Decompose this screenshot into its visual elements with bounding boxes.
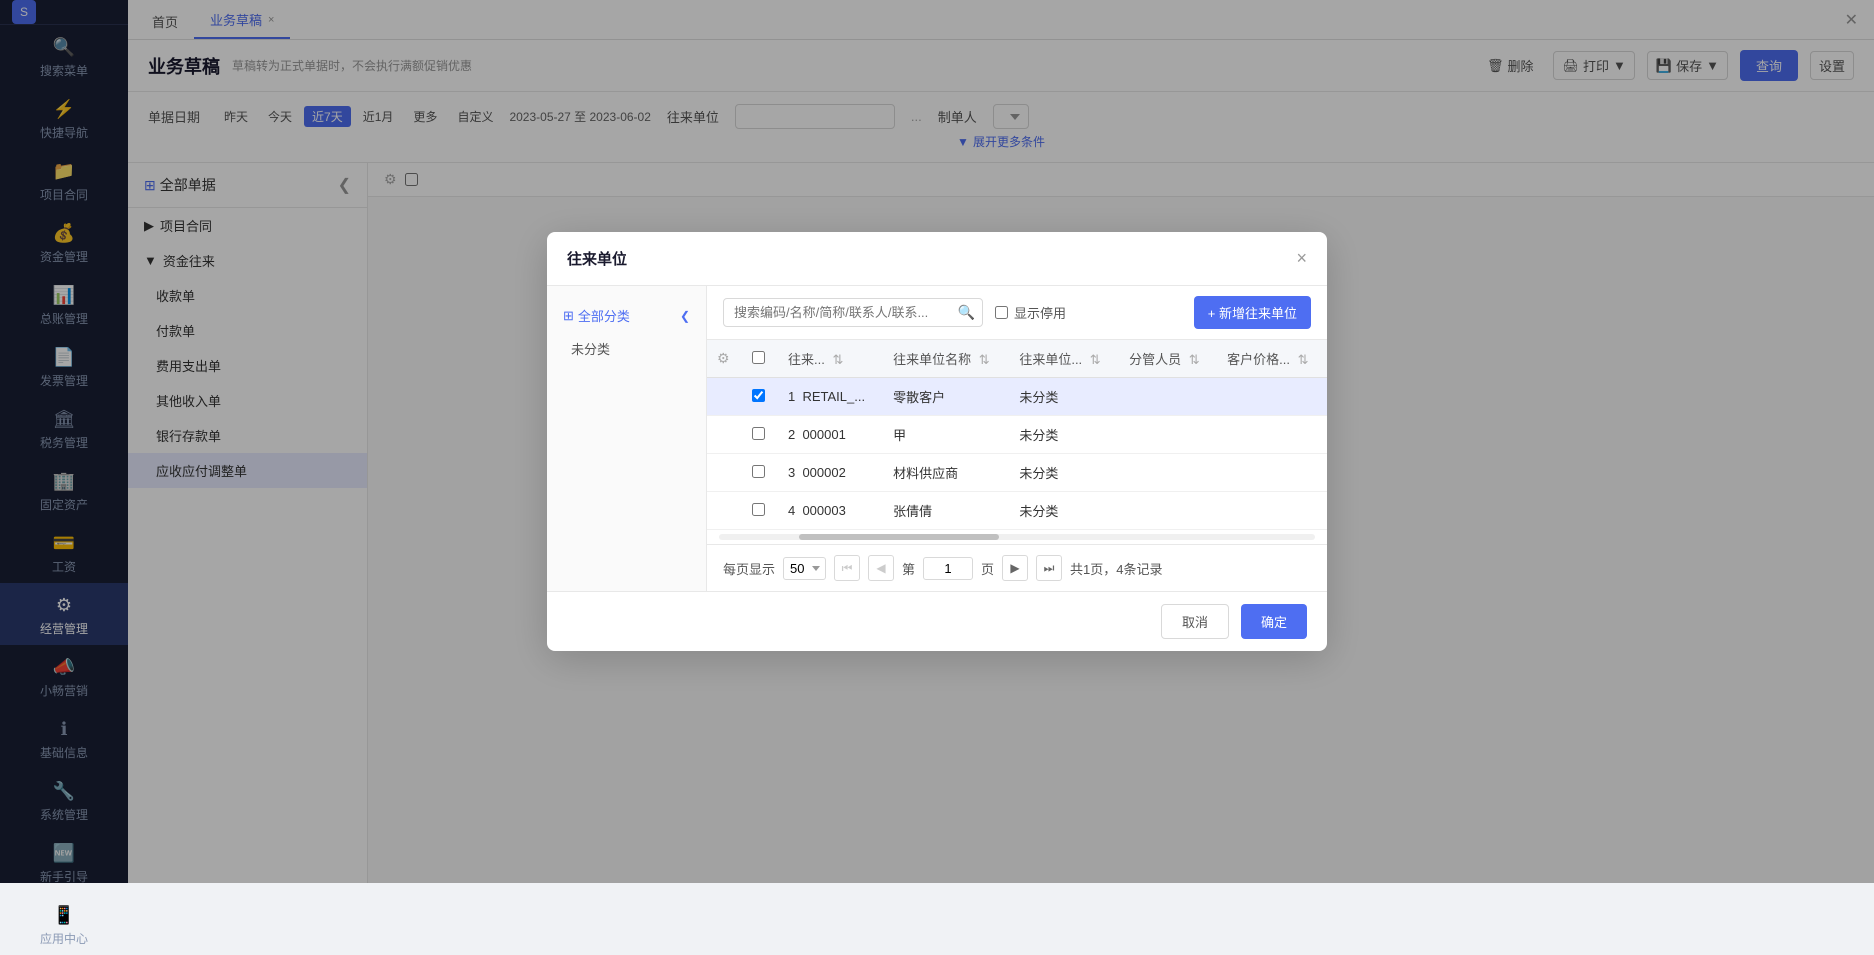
col-salesperson[interactable]: 分管人员 ⇅ bbox=[1119, 340, 1217, 378]
table-row[interactable]: 4 000003 张倩倩 未分类 bbox=[707, 492, 1327, 530]
table-settings-icon[interactable]: ⚙ bbox=[717, 350, 730, 366]
dialog-title: 往来单位 bbox=[567, 248, 627, 269]
cancel-button[interactable]: 取消 bbox=[1161, 604, 1229, 639]
dialog-close-button[interactable]: × bbox=[1296, 248, 1307, 269]
table-row[interactable]: 3 000002 材料供应商 未分类 bbox=[707, 454, 1327, 492]
dialog-nav-all-categories[interactable]: ⊞ 全部分类 ❮ bbox=[547, 298, 706, 333]
table-row[interactable]: 2 000001 甲 未分类 bbox=[707, 416, 1327, 454]
row-checkbox-cell[interactable] bbox=[742, 492, 778, 530]
search-wrapper: 🔍 bbox=[723, 298, 983, 327]
partner-dialog: 往来单位 × ⊞ 全部分类 ❮ 未分类 bbox=[547, 232, 1327, 651]
dialog-pagination: 每页显示 50 ⏮ ◀ 第 页 ▶ ⏭ 共1页，4条记录 bbox=[707, 544, 1327, 591]
sort-icon: ⇅ bbox=[1189, 352, 1200, 367]
col-checkbox bbox=[742, 340, 778, 378]
new-partner-button[interactable]: + 新增往来单位 bbox=[1194, 296, 1311, 329]
row-settings-cell bbox=[707, 454, 742, 492]
col-code[interactable]: 往来... ⇅ bbox=[778, 340, 883, 378]
row-checkbox-cell[interactable] bbox=[742, 416, 778, 454]
row-salesperson-cell bbox=[1119, 416, 1217, 454]
dialog-nav-uncategorized[interactable]: 未分类 bbox=[547, 333, 706, 364]
row-settings-cell bbox=[707, 492, 742, 530]
page-number-input[interactable] bbox=[923, 557, 973, 580]
dialog-left-nav: ⊞ 全部分类 ❮ 未分类 bbox=[547, 286, 707, 591]
row-name-cell: 甲 bbox=[883, 416, 1009, 454]
dialog-actions: 取消 确定 bbox=[547, 591, 1327, 651]
row-checkbox-cell[interactable] bbox=[742, 378, 778, 416]
dialog-header: 往来单位 × bbox=[547, 232, 1327, 286]
dialog-search-bar: 🔍 显示停用 + 新增往来单位 bbox=[707, 286, 1327, 340]
dialog-overlay: 往来单位 × ⊞ 全部分类 ❮ 未分类 bbox=[0, 0, 1874, 883]
next-page-button[interactable]: ▶ bbox=[1002, 555, 1028, 581]
row-code-cell: 1 RETAIL_... bbox=[778, 378, 883, 416]
table-header-row: ⚙ 往来... ⇅ 往来单位名称 bbox=[707, 340, 1327, 378]
sort-icon: ⇅ bbox=[1298, 352, 1309, 367]
col-category[interactable]: 往来单位... ⇅ bbox=[1009, 340, 1119, 378]
row-settings-cell bbox=[707, 378, 742, 416]
row-price-level-cell bbox=[1217, 378, 1327, 416]
sort-icon: ⇅ bbox=[1090, 352, 1101, 367]
sidebar-item-app-center[interactable]: 📱 应用中心 bbox=[0, 893, 128, 955]
dialog-body: ⊞ 全部分类 ❮ 未分类 🔍 显示停用 bbox=[547, 286, 1327, 591]
partner-table: ⚙ 往来... ⇅ 往来单位名称 bbox=[707, 340, 1327, 530]
grid-small-icon: ⊞ bbox=[563, 308, 574, 324]
row-settings-cell bbox=[707, 416, 742, 454]
row-name-cell: 张倩倩 bbox=[883, 492, 1009, 530]
per-page-select[interactable]: 50 bbox=[783, 557, 826, 580]
show-disabled-checkbox[interactable] bbox=[995, 306, 1008, 319]
confirm-button[interactable]: 确定 bbox=[1241, 604, 1307, 639]
col-name[interactable]: 往来单位名称 ⇅ bbox=[883, 340, 1009, 378]
row-salesperson-cell bbox=[1119, 378, 1217, 416]
row-price-level-cell bbox=[1217, 454, 1327, 492]
row-price-level-cell bbox=[1217, 492, 1327, 530]
row-name-cell: 零散客户 bbox=[883, 378, 1009, 416]
row-salesperson-cell bbox=[1119, 492, 1217, 530]
collapse-left-icon[interactable]: ❮ bbox=[680, 309, 690, 323]
table-row[interactable]: 1 RETAIL_... 零散客户 未分类 bbox=[707, 378, 1327, 416]
col-price-level[interactable]: 客户价格... ⇅ bbox=[1217, 340, 1327, 378]
dialog-table: ⚙ 往来... ⇅ 往来单位名称 bbox=[707, 340, 1327, 544]
row-price-level-cell bbox=[1217, 416, 1327, 454]
row-category-cell: 未分类 bbox=[1009, 416, 1119, 454]
scrollbar-thumb bbox=[799, 534, 999, 540]
first-page-button[interactable]: ⏮ bbox=[834, 555, 860, 581]
horizontal-scrollbar[interactable] bbox=[719, 534, 1315, 540]
table-select-all-checkbox[interactable] bbox=[752, 351, 765, 364]
col-settings: ⚙ bbox=[707, 340, 742, 378]
last-page-button[interactable]: ⏭ bbox=[1036, 555, 1062, 581]
row-code-cell: 4 000003 bbox=[778, 492, 883, 530]
sort-icon: ⇅ bbox=[832, 352, 843, 367]
row-checkbox[interactable] bbox=[752, 465, 765, 478]
row-category-cell: 未分类 bbox=[1009, 454, 1119, 492]
row-category-cell: 未分类 bbox=[1009, 378, 1119, 416]
row-checkbox[interactable] bbox=[752, 389, 765, 402]
row-name-cell: 材料供应商 bbox=[883, 454, 1009, 492]
row-checkbox[interactable] bbox=[752, 503, 765, 516]
search-icon: 🔍 bbox=[958, 304, 975, 321]
dialog-right-content: 🔍 显示停用 + 新增往来单位 bbox=[707, 286, 1327, 591]
row-checkbox-cell[interactable] bbox=[742, 454, 778, 492]
row-checkbox[interactable] bbox=[752, 427, 765, 440]
sidebar-item-label: 应用中心 bbox=[40, 930, 88, 947]
partner-search-input[interactable] bbox=[723, 298, 983, 327]
show-disabled-label[interactable]: 显示停用 bbox=[995, 303, 1066, 322]
app-center-icon: 📱 bbox=[53, 905, 75, 926]
row-salesperson-cell bbox=[1119, 454, 1217, 492]
prev-page-button[interactable]: ◀ bbox=[868, 555, 894, 581]
row-code-cell: 3 000002 bbox=[778, 454, 883, 492]
row-category-cell: 未分类 bbox=[1009, 492, 1119, 530]
row-code-cell: 2 000001 bbox=[778, 416, 883, 454]
sort-icon: ⇅ bbox=[979, 352, 990, 367]
